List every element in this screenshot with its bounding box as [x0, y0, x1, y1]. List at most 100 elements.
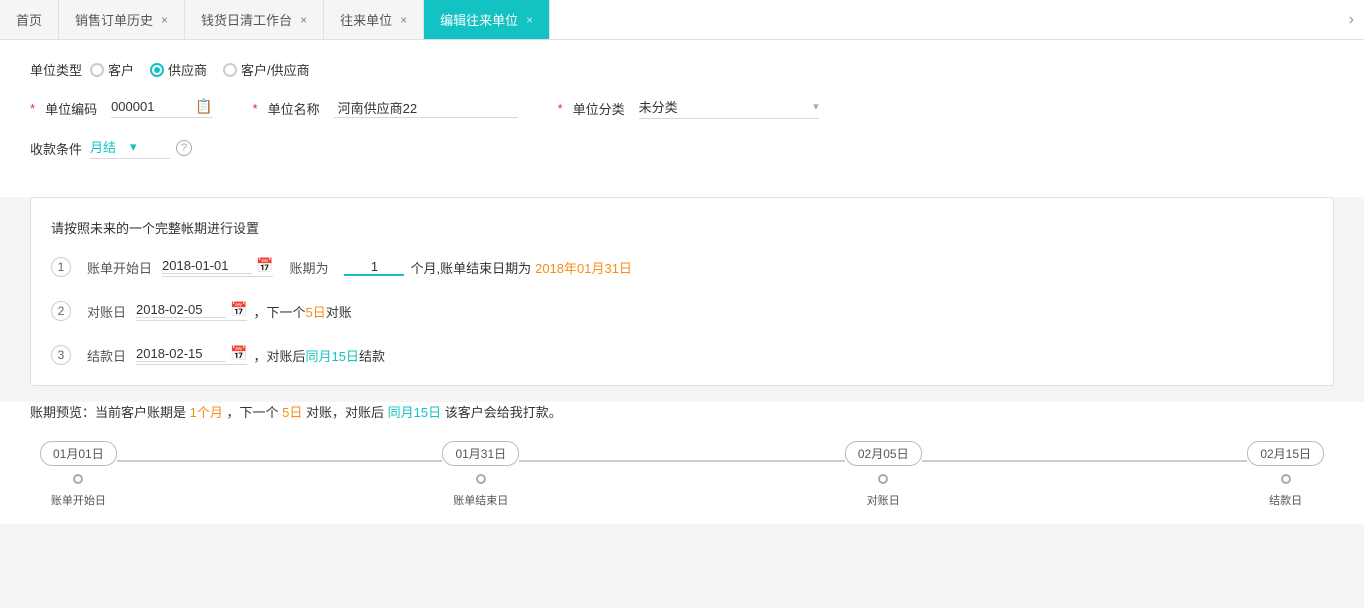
unit-type-label: 单位类型 [30, 60, 82, 79]
row1-label: 账单开始日 [87, 258, 152, 277]
section-title: 请按照未来的一个完整帐期进行设置 [51, 218, 1313, 237]
tl-date-3: 02月05日 [845, 441, 922, 466]
step-1: 1 [51, 257, 71, 277]
unit-name-input[interactable] [334, 98, 518, 118]
tl-label-4: 结款日 [1269, 492, 1302, 508]
unit-code-input[interactable] [111, 99, 191, 114]
help-icon[interactable]: ? [176, 140, 192, 156]
close-tab-partner-units[interactable]: × [400, 13, 407, 27]
payment-terms-arrow: ▾ [130, 139, 170, 155]
unit-name-label: 单位名称 [268, 99, 320, 118]
row2-highlight: 5日 [305, 302, 325, 321]
tl-node-4: 02月15日 结款日 [1247, 441, 1324, 508]
preview-section: 账期预览：当前客户账期是 1个月 ，下一个 5日 对账，对账后 同月15日 该客… [0, 402, 1364, 524]
row2-suffix-after: 对账 [326, 302, 352, 321]
row1-date-input: 📅 [162, 257, 273, 277]
tl-dot-1 [73, 474, 83, 484]
unit-info-row: * 单位编码 📋 * 单位名称 * 单位分类 未分类 ▾ [30, 97, 1334, 119]
tl-date-4: 02月15日 [1247, 441, 1324, 466]
unit-classify-dropdown[interactable]: 未分类 ▾ [639, 97, 819, 119]
radio-circle-customer [90, 63, 104, 77]
setting-row-3: 3 结款日 📅 ，对账后 同月15日 结款 [51, 345, 1313, 365]
unit-classify-label: 单位分类 [573, 99, 625, 118]
preview-5day: 5日 [282, 405, 302, 420]
close-tab-cash-workbench[interactable]: × [300, 13, 307, 27]
unit-code-input-wrapper: 📋 [111, 98, 212, 118]
row3-date-input: 📅 [136, 345, 247, 365]
step-2: 2 [51, 301, 71, 321]
tab-scroll-arrow[interactable]: › [1339, 11, 1364, 29]
close-tab-edit-partner[interactable]: × [526, 13, 533, 27]
start-date-input[interactable] [162, 258, 252, 274]
preview-text: 账期预览：当前客户账期是 1个月 ，下一个 5日 对账，对账后 同月15日 该客… [30, 402, 1334, 421]
tl-line-3 [922, 460, 1248, 462]
unit-type-row: 单位类型 客户 供应商 客户/供应商 [30, 60, 1334, 79]
tl-date-2: 01月31日 [442, 441, 519, 466]
tab-cash-workbench[interactable]: 钱货日清工作台 × [185, 0, 324, 39]
radio-both[interactable]: 客户/供应商 [223, 60, 310, 79]
tl-label-2: 账单结束日 [453, 492, 508, 508]
tab-partner-units[interactable]: 往来单位 × [324, 0, 424, 39]
unit-code-group: * 单位编码 📋 [30, 98, 213, 118]
tl-line-2 [519, 460, 845, 462]
row2-suffix-before: ，下一个 [253, 302, 305, 321]
tl-node-3: 02月05日 对账日 [845, 441, 922, 508]
unit-code-icon[interactable]: 📋 [195, 98, 212, 115]
setting-row-1: 1 账单开始日 📅 账期为 个月,账单结束日期为 2018年01月31日 [51, 257, 1313, 277]
radio-customer[interactable]: 客户 [90, 60, 134, 79]
start-date-calendar-icon[interactable]: 📅 [256, 257, 273, 274]
radio-group: 客户 供应商 客户/供应商 [90, 60, 310, 79]
tab-sales-history[interactable]: 销售订单历史 × [59, 0, 185, 39]
preview-sep1: ，下一个 [227, 405, 279, 420]
row3-suffix-before: ，对账后 [253, 346, 305, 365]
tl-dot-2 [476, 474, 486, 484]
payment-terms-value: 月结 [90, 137, 130, 156]
row3-highlight: 同月15日 [305, 346, 358, 365]
timeline: 01月01日 账单开始日 01月31日 账单结束日 02月05日 对账日 02月… [30, 441, 1334, 508]
close-tab-sales-history[interactable]: × [161, 13, 168, 27]
row2-label: 对账日 [87, 302, 126, 321]
radio-label-both: 客户/供应商 [241, 60, 310, 79]
tab-home[interactable]: 首页 [0, 0, 59, 39]
preview-label: 账期预览：当前客户账期是 [30, 405, 186, 420]
tl-label-3: 对账日 [867, 492, 900, 508]
period-value-input[interactable] [344, 259, 404, 276]
payment-terms-row: 收款条件 月结 ▾ ? [30, 137, 1334, 159]
setting-row-2: 2 对账日 📅 ，下一个 5日 对账 [51, 301, 1313, 321]
tl-date-1: 01月01日 [40, 441, 117, 466]
row1-period-unit: 个月,账单结束日期为 [410, 258, 531, 277]
unit-name-group: * 单位名称 [253, 98, 518, 118]
preview-sep2: 对账，对账后 [306, 405, 384, 420]
preview-same15: 同月15日 [388, 405, 441, 420]
tl-node-2: 01月31日 账单结束日 [442, 441, 519, 508]
reconcile-date-calendar-icon[interactable]: 📅 [230, 301, 247, 318]
row2-date-input: 📅 [136, 301, 247, 321]
unit-classify-value: 未分类 [639, 97, 678, 116]
radio-circle-supplier [150, 63, 164, 77]
payment-terms-dropdown[interactable]: 月结 ▾ [90, 137, 170, 159]
unit-classify-arrow: ▾ [813, 100, 819, 113]
unit-code-label: 单位编码 [45, 99, 97, 118]
row3-suffix-after: 结款 [359, 346, 385, 365]
period-settings-box: 请按照未来的一个完整帐期进行设置 1 账单开始日 📅 账期为 个月,账单结束日期… [30, 197, 1334, 386]
tabs-bar: 首页 销售订单历史 × 钱货日清工作台 × 往来单位 × 编辑往来单位 × › [0, 0, 1364, 40]
end-date-highlight: 2018年01月31日 [535, 258, 632, 277]
tl-line-1 [117, 460, 443, 462]
step-3: 3 [51, 345, 71, 365]
row3-label: 结款日 [87, 346, 126, 365]
row1-period-label: 账期为 [289, 258, 328, 277]
unit-classify-group: * 单位分类 未分类 ▾ [558, 97, 819, 119]
tl-dot-3 [878, 474, 888, 484]
tl-node-1: 01月01日 账单开始日 [40, 441, 117, 508]
tab-edit-partner[interactable]: 编辑往来单位 × [424, 0, 550, 39]
radio-label-supplier: 供应商 [168, 60, 207, 79]
reconcile-date-input[interactable] [136, 302, 226, 318]
payment-date-input[interactable] [136, 346, 226, 362]
preview-end: 该客户会给我打款。 [445, 405, 562, 420]
radio-supplier[interactable]: 供应商 [150, 60, 207, 79]
payment-date-calendar-icon[interactable]: 📅 [230, 345, 247, 362]
form-area: 单位类型 客户 供应商 客户/供应商 * 单位编码 📋 [0, 40, 1364, 197]
radio-label-customer: 客户 [108, 60, 134, 79]
radio-circle-both [223, 63, 237, 77]
preview-1month: 1个月 [190, 405, 223, 420]
